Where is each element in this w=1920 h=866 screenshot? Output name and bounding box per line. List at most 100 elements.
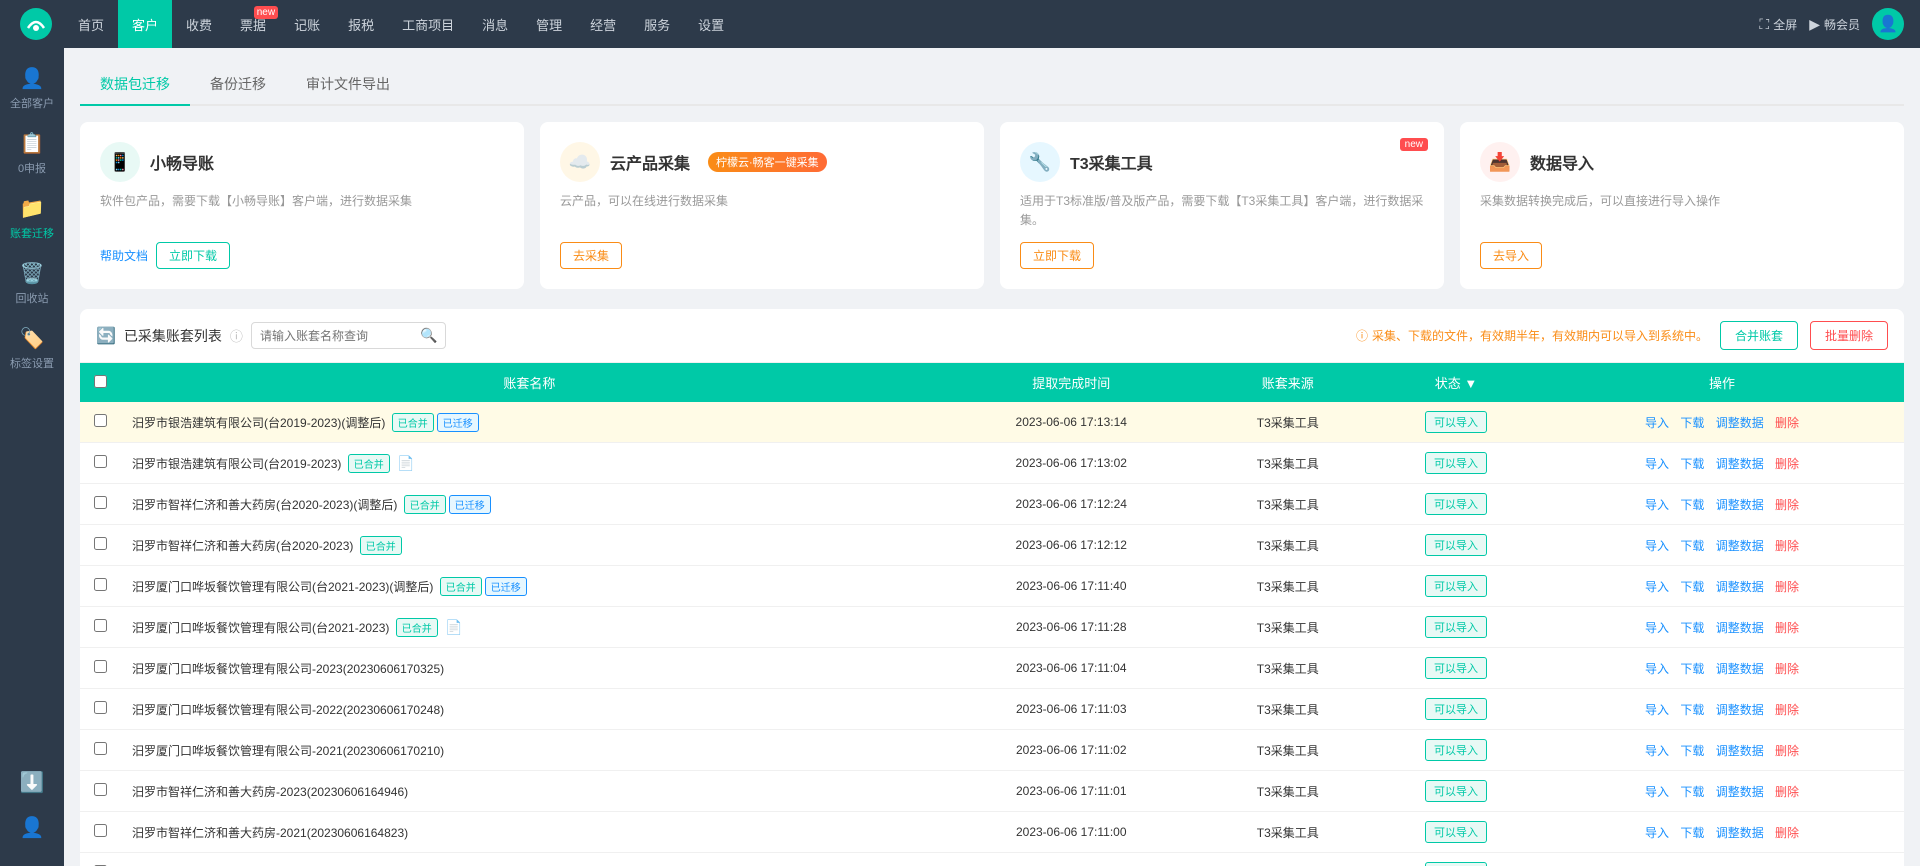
- import-action[interactable]: 导入: [1645, 621, 1669, 635]
- refresh-icon[interactable]: 🔄: [96, 326, 116, 346]
- download-action[interactable]: 下载: [1680, 703, 1704, 717]
- file-icon[interactable]: 📄: [397, 455, 414, 471]
- nav-message[interactable]: 消息: [468, 0, 522, 48]
- nav-home[interactable]: 首页: [64, 0, 118, 48]
- adjust-action[interactable]: 调整数据: [1716, 416, 1764, 430]
- tab-audit-export[interactable]: 审计文件导出: [286, 64, 410, 106]
- download-action[interactable]: 下载: [1680, 621, 1704, 635]
- adjust-action[interactable]: 调整数据: [1716, 744, 1764, 758]
- data-import-btn[interactable]: 去导入: [1480, 242, 1542, 269]
- fullscreen-btn[interactable]: ⛶ 全屏: [1759, 16, 1797, 33]
- download-action[interactable]: 下载: [1680, 580, 1704, 594]
- adjust-action[interactable]: 调整数据: [1716, 703, 1764, 717]
- user-avatar[interactable]: 👤: [1872, 8, 1904, 40]
- import-action[interactable]: 导入: [1645, 457, 1669, 471]
- merge-accounts-btn[interactable]: 合并账套: [1720, 321, 1798, 350]
- adjust-action[interactable]: 调整数据: [1716, 621, 1764, 635]
- search-input[interactable]: [260, 329, 420, 343]
- download-action[interactable]: 下载: [1680, 744, 1704, 758]
- select-all-checkbox[interactable]: [94, 375, 107, 388]
- nav-bookkeeping[interactable]: 记账: [280, 0, 334, 48]
- adjust-action[interactable]: 调整数据: [1716, 539, 1764, 553]
- import-action[interactable]: 导入: [1645, 785, 1669, 799]
- adjust-action[interactable]: 调整数据: [1716, 580, 1764, 594]
- tab-backup-migration[interactable]: 备份迁移: [190, 64, 286, 106]
- import-action[interactable]: 导入: [1645, 826, 1669, 840]
- delete-action[interactable]: 删除: [1775, 416, 1799, 430]
- download-action[interactable]: 下载: [1680, 826, 1704, 840]
- row-checkbox[interactable]: [94, 496, 107, 509]
- download-action[interactable]: 下载: [1680, 416, 1704, 430]
- import-action[interactable]: 导入: [1645, 539, 1669, 553]
- search-icon[interactable]: 🔍: [420, 327, 437, 344]
- batch-delete-btn[interactable]: 批量删除: [1810, 321, 1888, 350]
- nav-customer[interactable]: 客户: [118, 0, 172, 48]
- nav-manage[interactable]: 管理: [522, 0, 576, 48]
- delete-action[interactable]: 删除: [1775, 539, 1799, 553]
- file-icon[interactable]: 📄: [445, 619, 462, 635]
- row-checkbox[interactable]: [94, 742, 107, 755]
- import-action[interactable]: 导入: [1645, 703, 1669, 717]
- t3-download-btn[interactable]: 立即下载: [1020, 242, 1094, 269]
- cloud-collect-btn[interactable]: 去采集: [560, 242, 622, 269]
- row-checkbox[interactable]: [94, 455, 107, 468]
- row-checkbox[interactable]: [94, 619, 107, 632]
- card-t3-tool: new 🔧 T3采集工具 适用于T3标准版/普及版产品，需要下载【T3采集工具】…: [1000, 122, 1444, 289]
- xiao-chang-download-btn[interactable]: 立即下载: [156, 242, 230, 269]
- row-checkbox[interactable]: [94, 660, 107, 673]
- delete-action[interactable]: 删除: [1775, 621, 1799, 635]
- nav-operation[interactable]: 经营: [576, 0, 630, 48]
- import-action[interactable]: 导入: [1645, 416, 1669, 430]
- tab-data-migration[interactable]: 数据包迁移: [80, 64, 190, 106]
- adjust-action[interactable]: 调整数据: [1716, 785, 1764, 799]
- row-actions: 导入 下载 调整数据 删除: [1540, 648, 1904, 689]
- download-action[interactable]: 下载: [1680, 539, 1704, 553]
- adjust-action[interactable]: 调整数据: [1716, 826, 1764, 840]
- nav-tax[interactable]: 报税: [334, 0, 388, 48]
- download-action[interactable]: 下载: [1680, 662, 1704, 676]
- row-checkbox[interactable]: [94, 414, 107, 427]
- delete-action[interactable]: 删除: [1775, 785, 1799, 799]
- sidebar-item-zero-declare[interactable]: 📋 0申报: [0, 121, 64, 186]
- nav-business[interactable]: 工商项目: [388, 0, 468, 48]
- delete-action[interactable]: 删除: [1775, 457, 1799, 471]
- sidebar-item-tag-settings[interactable]: 🏷️ 标签设置: [0, 316, 64, 381]
- delete-action[interactable]: 删除: [1775, 498, 1799, 512]
- delete-action[interactable]: 删除: [1775, 744, 1799, 758]
- adjust-action[interactable]: 调整数据: [1716, 457, 1764, 471]
- nav-service[interactable]: 服务: [630, 0, 684, 48]
- adjust-action[interactable]: 调整数据: [1716, 498, 1764, 512]
- delete-action[interactable]: 删除: [1775, 826, 1799, 840]
- import-action[interactable]: 导入: [1645, 662, 1669, 676]
- import-action[interactable]: 导入: [1645, 498, 1669, 512]
- row-checkbox[interactable]: [94, 824, 107, 837]
- sidebar-item-recycle[interactable]: 🗑️ 回收站: [0, 251, 64, 316]
- sidebar-item-all-customers[interactable]: 👤 全部客户: [0, 56, 64, 121]
- delete-action[interactable]: 删除: [1775, 662, 1799, 676]
- sidebar-item-account-migrate[interactable]: 📁 账套迁移: [0, 186, 64, 251]
- row-checkbox[interactable]: [94, 578, 107, 591]
- sidebar-download-btn[interactable]: ⬇️: [0, 760, 64, 805]
- row-checkbox[interactable]: [94, 783, 107, 796]
- xiao-chang-help-link[interactable]: 帮助文档: [100, 247, 148, 264]
- member-btn[interactable]: ▶ 畅会员: [1809, 16, 1860, 33]
- nav-invoice[interactable]: 票据 new: [226, 0, 280, 48]
- row-checkbox[interactable]: [94, 537, 107, 550]
- cloud-collect-badge: 柠檬云·畅客一键采集: [708, 152, 827, 172]
- app-logo[interactable]: [16, 4, 56, 44]
- tag-migrated: 已迁移: [437, 413, 479, 432]
- row-checkbox[interactable]: [94, 701, 107, 714]
- download-action[interactable]: 下载: [1680, 457, 1704, 471]
- nav-settings[interactable]: 设置: [684, 0, 738, 48]
- delete-action[interactable]: 删除: [1775, 703, 1799, 717]
- sidebar-user-btn[interactable]: 👤: [0, 805, 64, 850]
- download-action[interactable]: 下载: [1680, 498, 1704, 512]
- import-action[interactable]: 导入: [1645, 744, 1669, 758]
- download-action[interactable]: 下载: [1680, 785, 1704, 799]
- account-list-section: 🔄 已采集账套列表 ⓘ 🔍 ⓘ 采集、下载的文件，有效期半年，有效期内可以导入到…: [80, 309, 1904, 866]
- import-action[interactable]: 导入: [1645, 580, 1669, 594]
- adjust-action[interactable]: 调整数据: [1716, 662, 1764, 676]
- delete-action[interactable]: 删除: [1775, 580, 1799, 594]
- row-status: 可以导入: [1372, 853, 1540, 866]
- nav-fee[interactable]: 收费: [172, 0, 226, 48]
